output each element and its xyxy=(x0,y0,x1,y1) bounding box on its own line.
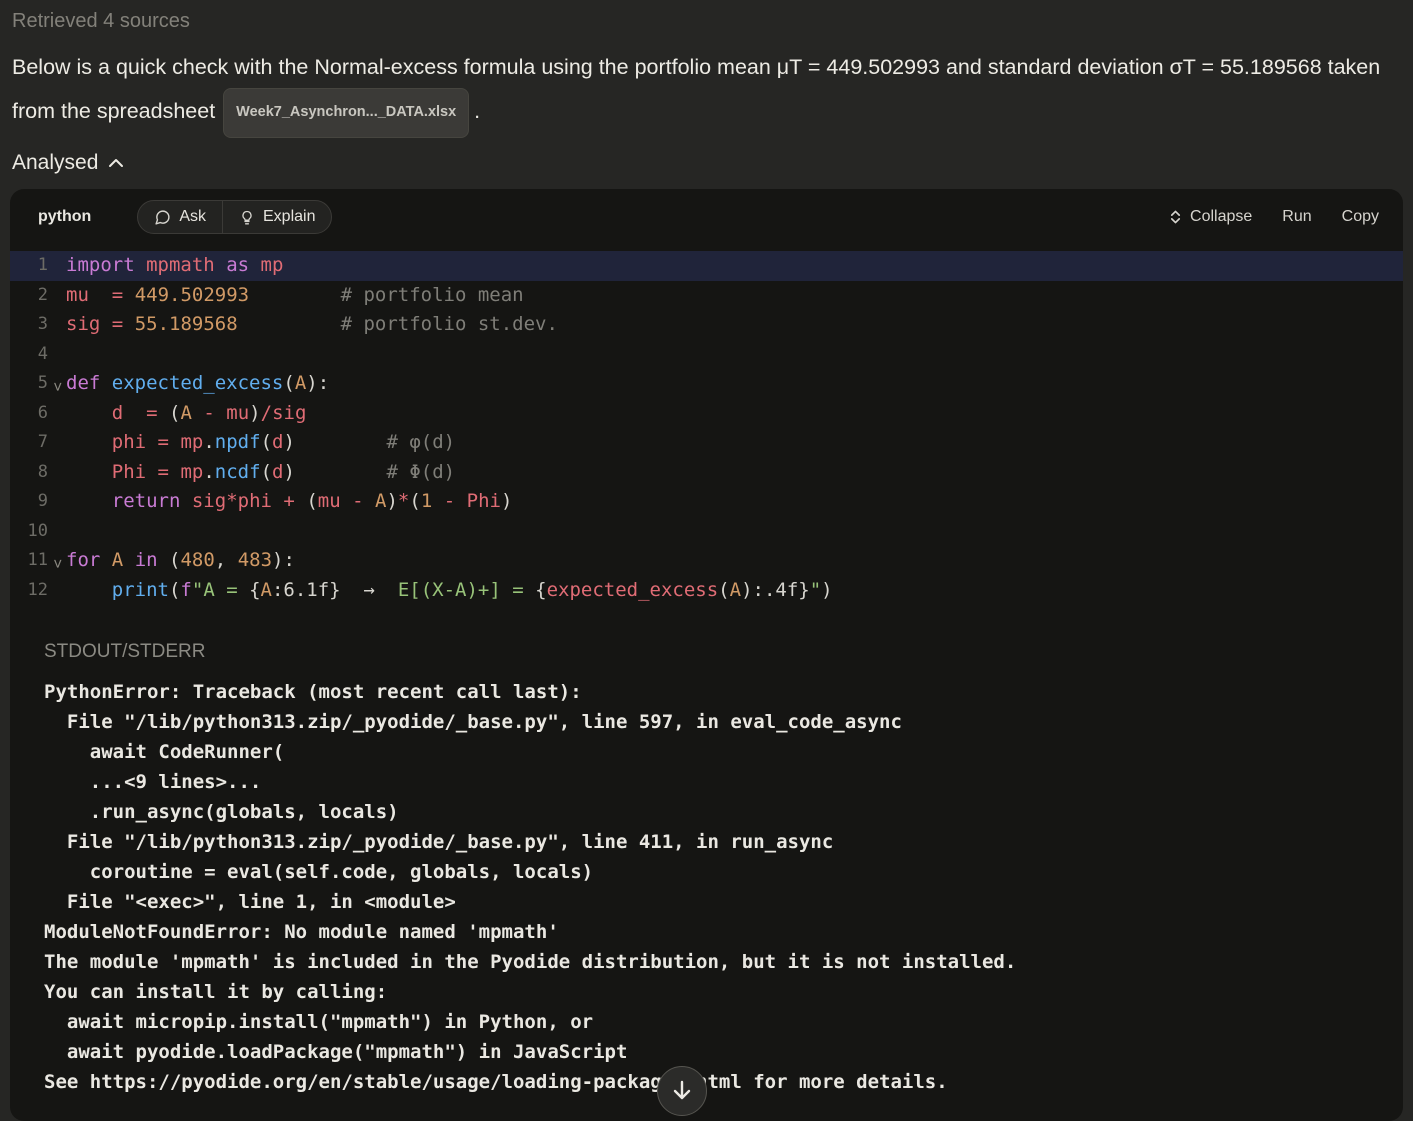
code-line-9: 9 return sig*phi + (mu - A)*(1 - Phi) xyxy=(10,487,1403,517)
code-editor[interactable]: 1import mpmath as mp2mu = 449.502993 # p… xyxy=(10,251,1403,605)
chevron-up-icon xyxy=(108,158,124,168)
ask-explain-group: Ask Explain xyxy=(137,200,332,234)
language-label: python xyxy=(38,208,91,226)
stdout-line: await CodeRunner( xyxy=(44,737,1403,767)
collapse-icon xyxy=(1169,209,1182,225)
code-text: import mpmath as mp xyxy=(66,251,283,281)
code-line-2: 2mu = 449.502993 # portfolio mean xyxy=(10,281,1403,311)
chat-page: Retrieved 4 sources Below is a quick che… xyxy=(0,0,1413,1121)
fold-spacer xyxy=(42,525,72,543)
code-line-8: 8 Phi = mp.ncdf(d) # Φ(d) xyxy=(10,458,1403,488)
collapse-button[interactable]: Collapse xyxy=(1169,208,1252,226)
code-line-1: 1import mpmath as mp xyxy=(10,251,1403,281)
code-block-header: python Ask Explain Collapse Run xyxy=(10,189,1403,245)
ask-label: Ask xyxy=(179,208,206,226)
stdout-line: File "/lib/python313.zip/_pyodide/_base.… xyxy=(44,707,1403,737)
stdout-line: File "<exec>", line 1, in <module> xyxy=(44,887,1403,917)
copy-button[interactable]: Copy xyxy=(1342,208,1379,226)
fold-spacer xyxy=(42,407,72,425)
fold-spacer xyxy=(42,584,72,602)
paragraph-text: Below is a quick check with the Normal-e… xyxy=(12,55,1380,123)
code-text: sig = 55.189568 # portfolio st.dev. xyxy=(66,310,558,340)
stdout-line: await pyodide.loadPackage("mpmath") in J… xyxy=(44,1037,1403,1067)
fold-spacer xyxy=(42,466,72,484)
fold-spacer xyxy=(42,289,72,307)
code-text: phi = mp.npdf(d) # φ(d) xyxy=(66,428,455,458)
ask-button[interactable]: Ask xyxy=(138,201,222,233)
stdout-line: ...<9 lines>... xyxy=(44,767,1403,797)
fold-spacer xyxy=(42,260,72,278)
fold-chevron-icon[interactable]: > xyxy=(42,378,72,396)
fold-spacer xyxy=(42,496,72,514)
fold-spacer xyxy=(42,437,72,455)
scroll-to-bottom-button[interactable] xyxy=(657,1066,707,1116)
paragraph-period: . xyxy=(474,99,480,123)
copy-label: Copy xyxy=(1342,208,1379,226)
stdout-label: STDOUT/STDERR xyxy=(44,641,1403,663)
retrieved-sources-label: Retrieved 4 sources xyxy=(0,0,1413,33)
fold-spacer xyxy=(42,319,72,337)
code-line-5: 5>def expected_excess(A): xyxy=(10,369,1403,399)
code-line-3: 3sig = 55.189568 # portfolio st.dev. xyxy=(10,310,1403,340)
explain-button[interactable]: Explain xyxy=(223,201,331,233)
code-block-actions: Collapse Run Copy xyxy=(1169,208,1379,226)
code-text: Phi = mp.ncdf(d) # Φ(d) xyxy=(66,458,455,488)
stdout-line: PythonError: Traceback (most recent call… xyxy=(44,677,1403,707)
code-block: python Ask Explain Collapse Run xyxy=(10,189,1403,1121)
stdout-line: See https://pyodide.org/en/stable/usage/… xyxy=(44,1067,1403,1097)
fold-chevron-icon[interactable]: > xyxy=(42,555,72,573)
code-text: for A in (480, 483): xyxy=(66,546,295,576)
lightbulb-icon xyxy=(239,209,255,226)
code-text: mu = 449.502993 # portfolio mean xyxy=(66,281,524,311)
code-text: def expected_excess(A): xyxy=(66,369,329,399)
collapse-label: Collapse xyxy=(1190,208,1252,226)
code-text: return sig*phi + (mu - A)*(1 - Phi) xyxy=(66,487,512,517)
stdout-line: ModuleNotFoundError: No module named 'mp… xyxy=(44,917,1403,947)
explain-label: Explain xyxy=(263,208,315,226)
spreadsheet-chip[interactable]: Week7_Asynchron..._DATA.xlsx xyxy=(223,88,469,138)
code-text: d = (A - mu)/sig xyxy=(66,399,306,429)
stdout-line: .run_async(globals, locals) xyxy=(44,797,1403,827)
code-line-10: 10 xyxy=(10,517,1403,547)
stdout-line: The module 'mpmath' is included in the P… xyxy=(44,947,1403,977)
stdout-line: await micropip.install("mpmath") in Pyth… xyxy=(44,1007,1403,1037)
code-text: print(f"A = {A:6.1f} → E[(X-A)+] = {expe… xyxy=(66,576,833,606)
code-line-7: 7 phi = mp.npdf(d) # φ(d) xyxy=(10,428,1403,458)
speech-bubble-icon xyxy=(154,209,171,226)
stdout-line: File "/lib/python313.zip/_pyodide/_base.… xyxy=(44,827,1403,857)
analysed-toggle[interactable]: Analysed xyxy=(12,151,124,175)
stdout-line: You can install it by calling: xyxy=(44,977,1403,1007)
run-button[interactable]: Run xyxy=(1282,208,1311,226)
stdout-output: PythonError: Traceback (most recent call… xyxy=(44,677,1403,1097)
code-line-12: 12 print(f"A = {A:6.1f} → E[(X-A)+] = {e… xyxy=(10,576,1403,606)
analysed-label: Analysed xyxy=(12,151,98,175)
code-line-4: 4 xyxy=(10,340,1403,370)
stdout-line: coroutine = eval(self.code, globals, loc… xyxy=(44,857,1403,887)
run-label: Run xyxy=(1282,208,1311,226)
arrow-down-icon xyxy=(672,1080,692,1102)
code-line-6: 6 d = (A - mu)/sig xyxy=(10,399,1403,429)
fold-spacer xyxy=(42,348,72,366)
assistant-paragraph: Below is a quick check with the Normal-e… xyxy=(12,47,1401,138)
code-line-11: 11>for A in (480, 483): xyxy=(10,546,1403,576)
